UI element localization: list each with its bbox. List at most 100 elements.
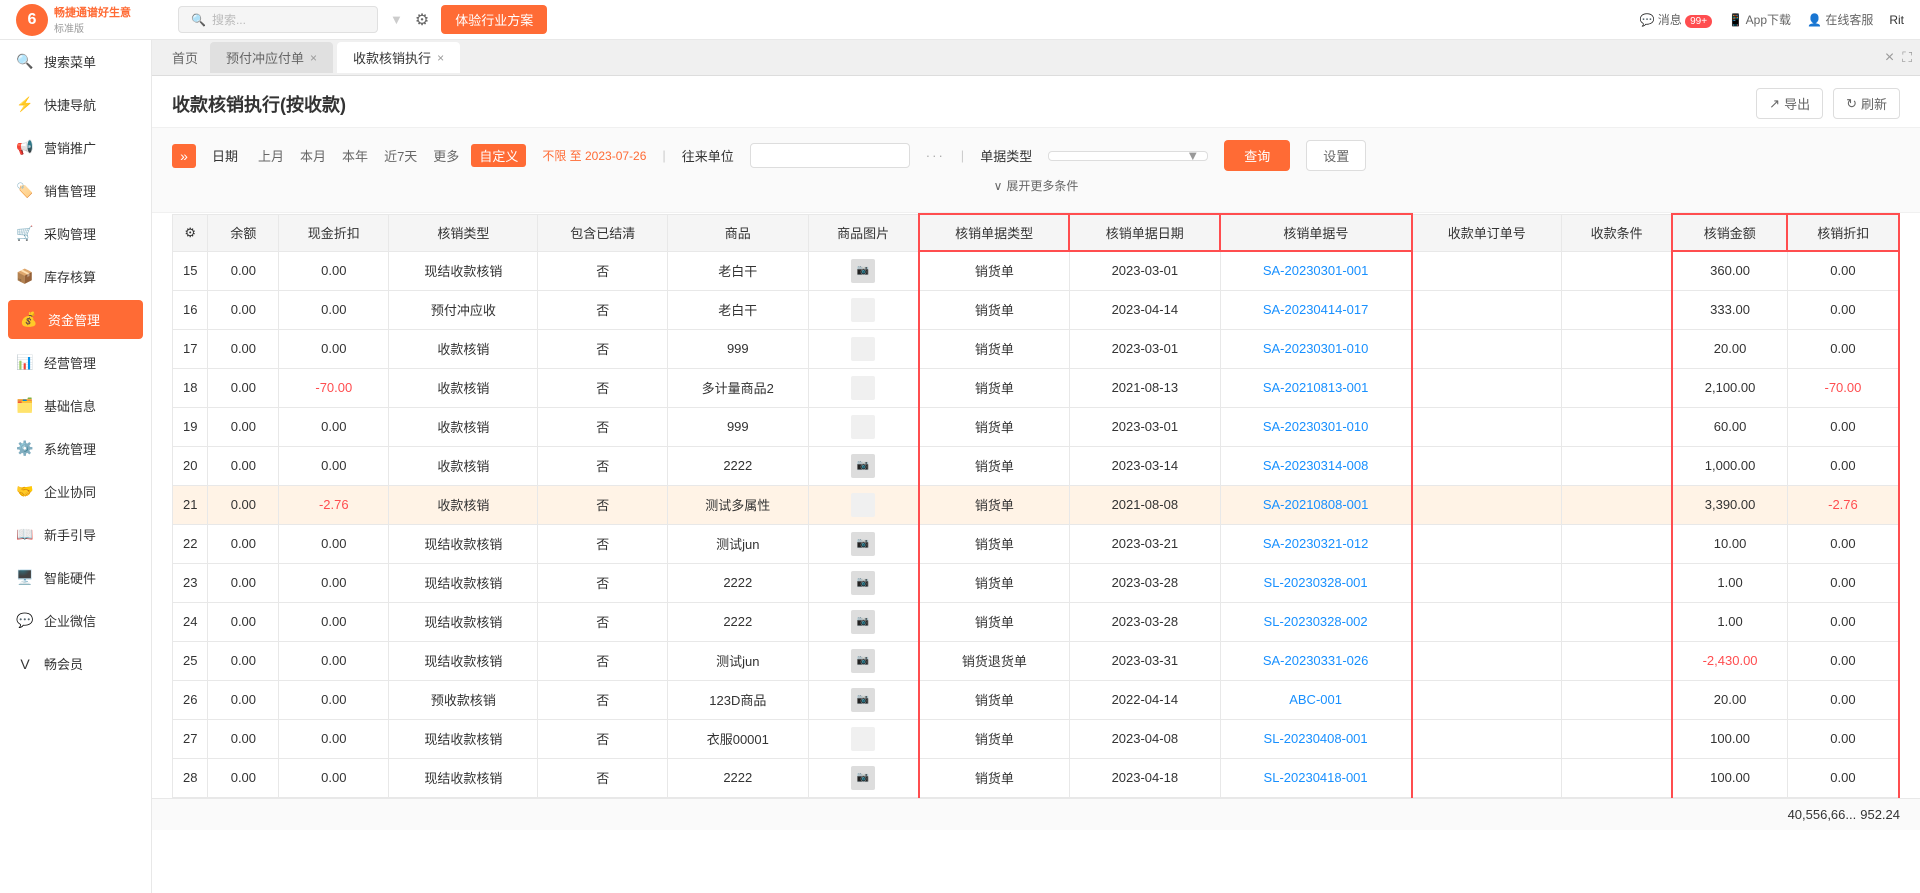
sidebar-label-search: 搜索菜单 [44,52,96,71]
expand-more-btn[interactable]: ∨ 展开更多条件 [172,171,1900,200]
search-bar[interactable]: 🔍 搜索... [178,6,378,33]
page-content: 收款核销执行(按收款) ↗ 导出 ↻ 刷新 » 日期 [152,76,1920,893]
row-id: 24 [173,602,208,641]
refresh-button[interactable]: ↻ 刷新 [1833,88,1900,119]
row-bill-no: SA-20230321-012 [1220,524,1411,563]
row-id: 25 [173,641,208,680]
th-settings[interactable]: ⚙ [173,214,208,251]
guide-icon: 📖 [16,526,34,544]
sidebar-label-finance: 资金管理 [48,310,100,329]
bill-no-link[interactable]: SL-20230408-001 [1264,731,1368,746]
logo-title: 畅捷通谱好生意 [54,4,131,20]
bill-no-link[interactable]: SL-20230328-001 [1264,575,1368,590]
bill-no-link[interactable]: SA-20230301-010 [1263,419,1369,434]
sidebar-label-inventory: 库存核算 [44,267,96,286]
row-cash-discount: 0.00 [279,641,389,680]
tab-window-maximize[interactable]: ⛶ [1902,49,1912,67]
row-include-settled: 否 [538,758,668,797]
sidebar-item-search[interactable]: 🔍 搜索菜单 [0,40,151,83]
row-bill-date: 2021-08-13 [1069,368,1220,407]
sidebar-item-purchase[interactable]: 🛒 采购管理 [0,212,151,255]
bill-no-link[interactable]: SA-20230321-012 [1263,536,1369,551]
app-download-link[interactable]: 📱 App下载 [1728,11,1791,28]
date-last-month[interactable]: 上月 [254,144,288,167]
row-type: 收款核销 [389,446,538,485]
bill-no-link[interactable]: SA-20210808-001 [1263,497,1369,512]
table-row: 21 0.00 -2.76 收款核销 否 测试多属性 销货单 2021-08-0… [173,485,1900,524]
row-product: 2222 [668,563,808,602]
sidebar-label-system: 系统管理 [44,439,96,458]
sidebar-item-basic-info[interactable]: 🗂️ 基础信息 [0,384,151,427]
system-icon: ⚙️ [16,440,34,458]
sidebar-item-marketing[interactable]: 📢 营销推广 [0,126,151,169]
enterprise-icon: 🤝 [16,483,34,501]
bill-no-link[interactable]: SA-20230414-017 [1263,302,1369,317]
tab-writeoff-close[interactable]: × [437,51,444,65]
date-7days[interactable]: 近7天 [380,144,421,167]
counterpart-input[interactable] [750,143,910,168]
row-type: 收款核销 [389,368,538,407]
row-order-no [1412,524,1562,563]
export-button[interactable]: ↗ 导出 [1756,88,1823,119]
tab-prepay-close[interactable]: × [310,51,317,65]
notification-icon[interactable]: 💬 消息 99+ [1639,11,1712,28]
page-actions: ↗ 导出 ↻ 刷新 [1756,88,1900,119]
sidebar-item-finance[interactable]: 💰 资金管理 [8,300,143,339]
bill-no-link[interactable]: SA-20230301-001 [1263,263,1369,278]
sidebar-item-inventory[interactable]: 📦 库存核算 [0,255,151,298]
sidebar-item-member[interactable]: V 畅会员 [0,642,151,685]
sidebar-item-hardware[interactable]: 🖥️ 智能硬件 [0,556,151,599]
gear-icon[interactable]: ⚙ [415,10,429,30]
th-balance: 余额 [208,214,279,251]
sidebar-label-guide: 新手引导 [44,525,96,544]
row-product: 999 [668,329,808,368]
date-filter-label: 日期 [212,146,238,165]
sidebar-item-management[interactable]: 📊 经营管理 [0,341,151,384]
bill-no-link[interactable]: ABC-001 [1289,692,1342,707]
row-order-no [1412,329,1562,368]
sidebar-item-enterprise[interactable]: 🤝 企业协同 [0,470,151,513]
bill-no-link[interactable]: SA-20230331-026 [1263,653,1369,668]
date-this-year[interactable]: 本年 [338,144,372,167]
bill-no-link[interactable]: SA-20230301-010 [1263,341,1369,356]
chevron-down-icon: ▼ [1186,148,1199,163]
date-more[interactable]: 更多 [429,144,463,167]
row-type: 现结收款核销 [389,563,538,602]
th-discount: 核销折扣 [1787,214,1899,251]
filter-expand-button[interactable]: » [172,144,196,168]
online-service-link[interactable]: 👤 在线客服 [1807,11,1873,28]
th-product: 商品 [668,214,808,251]
row-bill-no: SL-20230408-001 [1220,719,1411,758]
industry-button[interactable]: 体验行业方案 [441,5,547,34]
date-custom[interactable]: 自定义 [471,144,526,167]
date-this-month[interactable]: 本月 [296,144,330,167]
row-balance: 0.00 [208,719,279,758]
row-product-img [808,719,919,758]
sidebar-label-purchase: 采购管理 [44,224,96,243]
sidebar-item-system[interactable]: ⚙️ 系统管理 [0,427,151,470]
bill-type-select[interactable]: ▼ [1048,151,1208,161]
sidebar-item-guide[interactable]: 📖 新手引导 [0,513,151,556]
row-id: 18 [173,368,208,407]
tab-home[interactable]: 首页 [160,42,210,73]
row-type: 收款核销 [389,407,538,446]
tab-prepay[interactable]: 预付冲应付单 × [210,42,333,73]
table-settings-button[interactable]: 设置 [1306,140,1366,171]
bill-no-link[interactable]: SA-20230314-008 [1263,458,1369,473]
sidebar-item-sales[interactable]: 🏷️ 销售管理 [0,169,151,212]
bill-type-label: 单据类型 [980,146,1032,165]
bill-no-link[interactable]: SA-20210813-001 [1263,380,1369,395]
tab-writeoff[interactable]: 收款核销执行 × [337,42,460,73]
query-button[interactable]: 查询 [1224,140,1290,171]
sales-icon: 🏷️ [16,182,34,200]
sidebar-item-wechat[interactable]: 💬 企业微信 [0,599,151,642]
tab-window-close[interactable]: × [1885,49,1894,67]
row-cash-discount: 0.00 [279,251,389,290]
sidebar-item-quick-nav[interactable]: ⚡ 快捷导航 [0,83,151,126]
bill-no-link[interactable]: SL-20230328-002 [1264,614,1368,629]
row-product: 老白干 [668,251,808,290]
row-balance: 0.00 [208,524,279,563]
user-name[interactable]: Rit [1889,13,1904,27]
footer-amount-total: 40,556,66... [1788,807,1857,822]
bill-no-link[interactable]: SL-20230418-001 [1264,770,1368,785]
